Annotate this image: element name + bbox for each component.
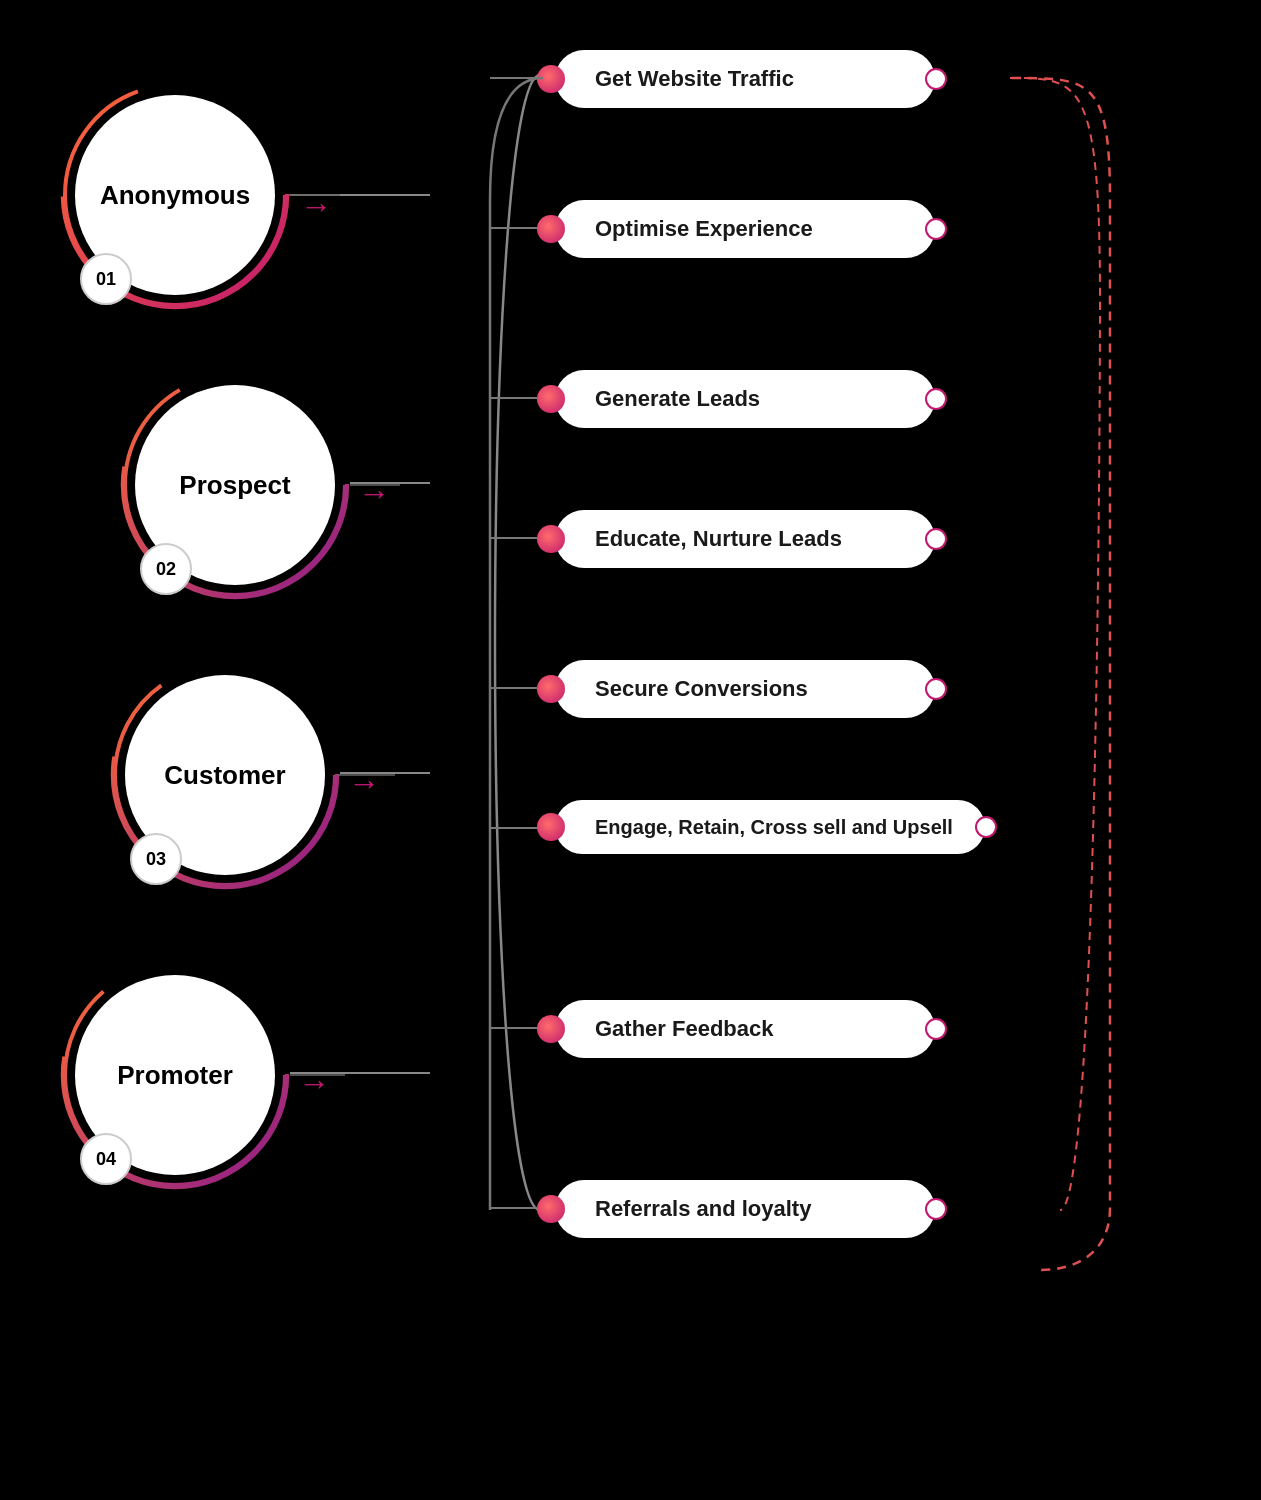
action-dot-1 bbox=[537, 65, 565, 93]
stage-anonymous: Anonymous 01 bbox=[60, 80, 290, 310]
action-dot-8 bbox=[537, 1195, 565, 1223]
action-label-6: Engage, Retain, Cross sell and Upsell bbox=[595, 814, 953, 840]
action-label-8: Referrals and loyalty bbox=[595, 1196, 811, 1222]
stage-customer-label: Customer bbox=[164, 760, 285, 791]
action-dot-7 bbox=[537, 1015, 565, 1043]
action-dot-right-5 bbox=[925, 678, 947, 700]
stage-customer: Customer 03 bbox=[110, 660, 340, 890]
action-get-website-traffic: Get Website Traffic bbox=[555, 50, 935, 108]
stage-promoter-number: 04 bbox=[80, 1133, 132, 1185]
action-dot-5 bbox=[537, 675, 565, 703]
action-referrals-loyalty: Referrals and loyalty bbox=[555, 1180, 935, 1238]
action-label-2: Optimise Experience bbox=[595, 216, 813, 242]
action-dot-4 bbox=[537, 525, 565, 553]
action-dot-right-4 bbox=[925, 528, 947, 550]
stage-customer-number: 03 bbox=[130, 833, 182, 885]
stage-promoter-label: Promoter bbox=[117, 1060, 233, 1091]
action-dot-2 bbox=[537, 215, 565, 243]
action-label-1: Get Website Traffic bbox=[595, 66, 794, 92]
action-dot-right-1 bbox=[925, 68, 947, 90]
action-label-7: Gather Feedback bbox=[595, 1016, 774, 1042]
action-secure-conversions: Secure Conversions bbox=[555, 660, 935, 718]
action-dot-6 bbox=[537, 813, 565, 841]
action-generate-leads: Generate Leads bbox=[555, 370, 935, 428]
action-optimise-experience: Optimise Experience bbox=[555, 200, 935, 258]
arrow-promoter: → bbox=[298, 1065, 330, 1102]
action-gather-feedback: Gather Feedback bbox=[555, 1000, 935, 1058]
stage-promoter: Promoter 04 bbox=[60, 960, 290, 1190]
stage-anonymous-number: 01 bbox=[80, 253, 132, 305]
stage-anonymous-label: Anonymous bbox=[100, 180, 250, 211]
action-dot-3 bbox=[537, 385, 565, 413]
action-engage-retain: Engage, Retain, Cross sell and Upsell bbox=[555, 800, 985, 854]
action-dot-right-2 bbox=[925, 218, 947, 240]
action-educate-nurture: Educate, Nurture Leads bbox=[555, 510, 935, 568]
action-label-3: Generate Leads bbox=[595, 386, 760, 412]
stage-prospect-number: 02 bbox=[140, 543, 192, 595]
action-dot-right-8 bbox=[925, 1198, 947, 1220]
action-dot-right-6 bbox=[975, 816, 997, 838]
stage-prospect: Prospect 02 bbox=[120, 370, 350, 600]
arrow-prospect: → bbox=[358, 475, 390, 512]
action-dot-right-3 bbox=[925, 388, 947, 410]
action-dot-right-7 bbox=[925, 1018, 947, 1040]
action-label-5: Secure Conversions bbox=[595, 676, 808, 702]
arrow-customer: → bbox=[348, 765, 380, 802]
action-label-4: Educate, Nurture Leads bbox=[595, 526, 842, 552]
diagram-container: Anonymous 01 → Prospect 02 → Customer bbox=[0, 0, 1261, 1500]
stage-prospect-label: Prospect bbox=[179, 470, 290, 501]
arrow-anonymous: → bbox=[300, 188, 332, 225]
